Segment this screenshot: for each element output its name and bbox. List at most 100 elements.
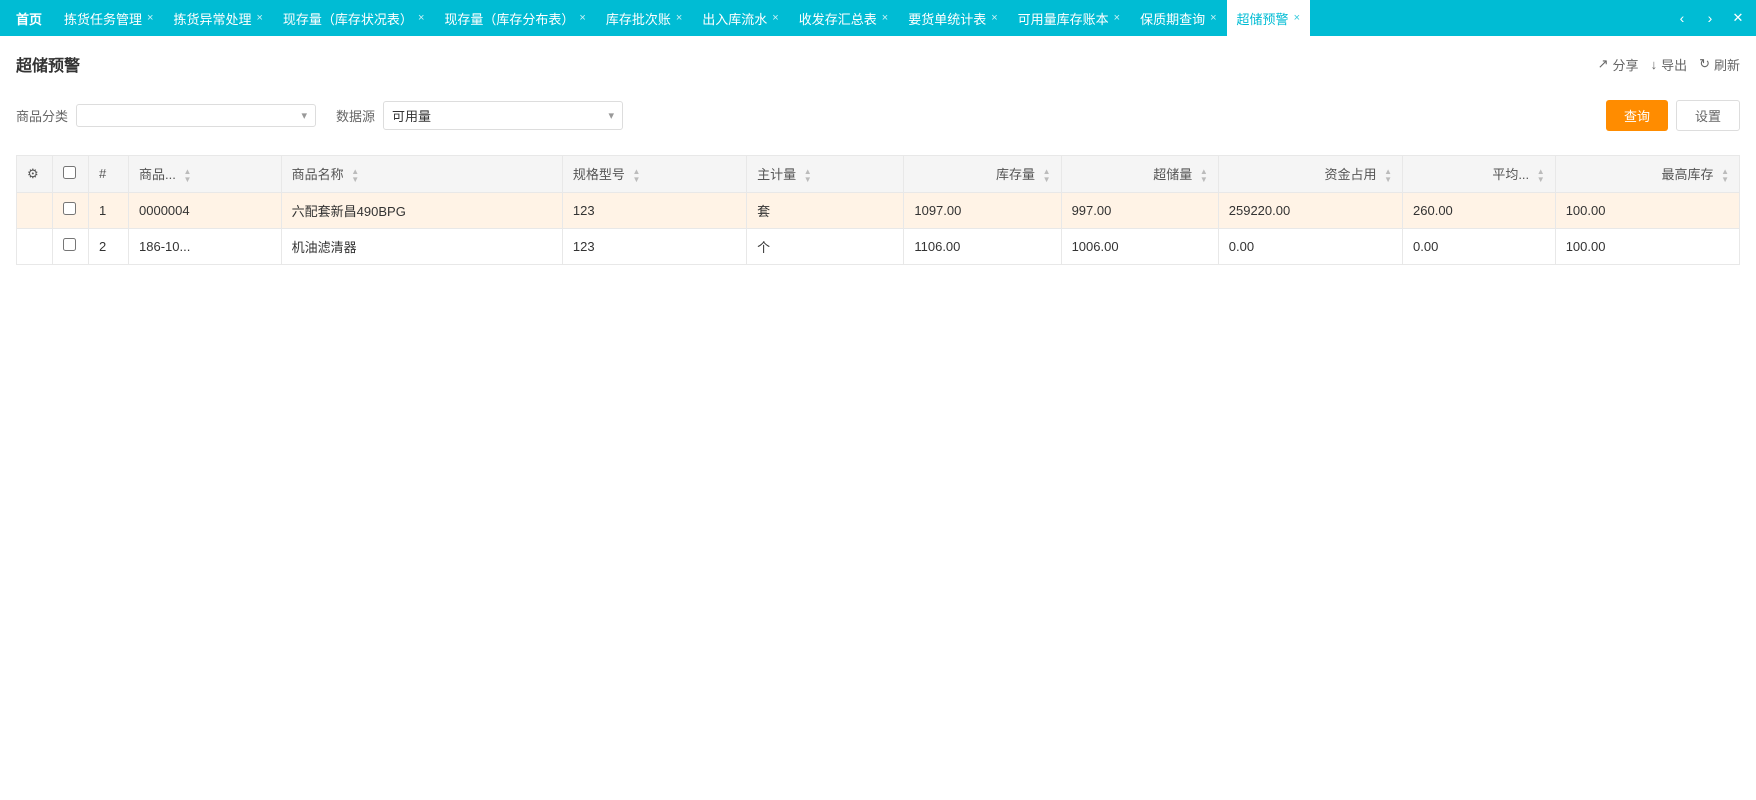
row-product-code-0: 0000004: [129, 192, 282, 228]
nav-tab-3[interactable]: 现存量（库存分布表）×: [434, 0, 595, 36]
page-content: 超储预警 ↗ 分享 ↓ 导出 ↻ 刷新 商品分类 ▾ 数据源: [0, 36, 1756, 800]
sort-icon-product-name: ▲▼: [351, 168, 359, 184]
category-chevron-icon: ▾: [301, 109, 307, 122]
refresh-button[interactable]: ↻ 刷新: [1699, 55, 1740, 74]
row-checkbox-1[interactable]: [53, 228, 89, 264]
nav-tab-10[interactable]: 超储预警×: [1227, 0, 1310, 36]
row-capital-0: 259220.00: [1218, 192, 1402, 228]
row-max-stock-0: 100.00: [1555, 192, 1739, 228]
nav-tab-7[interactable]: 要货单统计表×: [898, 0, 1007, 36]
row-stock-1: 1106.00: [904, 228, 1061, 264]
row-overstock-1: 1006.00: [1061, 228, 1218, 264]
row-avg-0: 260.00: [1403, 192, 1556, 228]
category-filter: 商品分类 ▾: [16, 104, 316, 127]
row-unit-1: 个: [747, 228, 904, 264]
row-checkbox-0[interactable]: [53, 192, 89, 228]
nav-tab-6[interactable]: 收发存汇总表×: [789, 0, 898, 36]
sort-icon-overstock: ▲▼: [1200, 168, 1208, 184]
sort-icon-avg: ▲▼: [1537, 168, 1545, 184]
export-button[interactable]: ↓ 导出: [1651, 55, 1688, 74]
nav-tab-close-2[interactable]: ×: [418, 12, 424, 24]
nav-tab-2[interactable]: 现存量（库存状况表）×: [273, 0, 434, 36]
th-stock[interactable]: 库存量 ▲▼: [904, 156, 1061, 193]
nav-tab-close-5[interactable]: ×: [772, 12, 778, 24]
sort-icon-spec: ▲▼: [633, 168, 641, 184]
share-icon: ↗: [1598, 56, 1609, 72]
refresh-icon: ↻: [1699, 56, 1710, 72]
datasource-label: 数据源: [336, 106, 375, 125]
select-all-checkbox[interactable]: [63, 166, 76, 179]
row-product-name-1: 机油滤清器: [281, 228, 562, 264]
row-num-1: 2: [89, 228, 129, 264]
row-product-code-1: 186-10...: [129, 228, 282, 264]
row-overstock-0: 997.00: [1061, 192, 1218, 228]
sort-icon-stock: ▲▼: [1043, 168, 1051, 184]
category-select[interactable]: ▾: [76, 104, 316, 127]
row-product-name-0: 六配套新昌490BPG: [281, 192, 562, 228]
nav-arrows: ‹ › ✕: [1668, 0, 1752, 36]
settings-icon: ⚙: [27, 166, 39, 181]
sort-icon-unit: ▲▼: [804, 168, 812, 184]
nav-next-arrow[interactable]: ›: [1696, 0, 1724, 36]
nav-tab-9[interactable]: 保质期查询×: [1130, 0, 1226, 36]
table-row: 1 0000004 六配套新昌490BPG 123 套 1097.00 997.…: [17, 192, 1740, 228]
row-num-0: 1: [89, 192, 129, 228]
th-unit[interactable]: 主计量 ▲▼: [747, 156, 904, 193]
row-stock-0: 1097.00: [904, 192, 1061, 228]
row-settings-1: [17, 228, 53, 264]
row-spec-1: 123: [562, 228, 746, 264]
nav-tab-close-0[interactable]: ×: [147, 12, 153, 24]
settings-button[interactable]: 设置: [1676, 100, 1740, 131]
row-spec-0: 123: [562, 192, 746, 228]
th-product-code[interactable]: 商品... ▲▼: [129, 156, 282, 193]
nav-tab-close-7[interactable]: ×: [991, 12, 997, 24]
nav-close-arrow[interactable]: ✕: [1724, 0, 1752, 36]
nav-prev-arrow[interactable]: ‹: [1668, 0, 1696, 36]
th-capital[interactable]: 资金占用 ▲▼: [1218, 156, 1402, 193]
filter-actions: 查询 设置: [1606, 100, 1740, 131]
share-button[interactable]: ↗ 分享: [1598, 55, 1639, 74]
nav-tab-close-1[interactable]: ×: [256, 12, 262, 24]
nav-tab-close-9[interactable]: ×: [1210, 12, 1216, 24]
filter-bar: 商品分类 ▾ 数据源 可用量 ▾ 查询 设置: [16, 92, 1740, 139]
sort-icon-capital: ▲▼: [1384, 168, 1392, 184]
row-unit-0: 套: [747, 192, 904, 228]
table-row: 2 186-10... 机油滤清器 123 个 1106.00 1006.00 …: [17, 228, 1740, 264]
th-product-name[interactable]: 商品名称 ▲▼: [281, 156, 562, 193]
sort-icon-product-code: ▲▼: [183, 168, 191, 184]
nav-tab-close-3[interactable]: ×: [579, 12, 585, 24]
category-label: 商品分类: [16, 106, 68, 125]
nav-tab-5[interactable]: 出入库流水×: [692, 0, 788, 36]
sort-icon-max-stock: ▲▼: [1721, 168, 1729, 184]
export-icon: ↓: [1651, 57, 1658, 72]
th-overstock[interactable]: 超储量 ▲▼: [1061, 156, 1218, 193]
th-avg[interactable]: 平均... ▲▼: [1403, 156, 1556, 193]
nav-tab-4[interactable]: 库存批次账×: [596, 0, 692, 36]
nav-tab-close-4[interactable]: ×: [676, 12, 682, 24]
th-spec[interactable]: 规格型号 ▲▼: [562, 156, 746, 193]
nav-tab-1[interactable]: 拣货异常处理×: [163, 0, 272, 36]
row-capital-1: 0.00: [1218, 228, 1402, 264]
nav-home[interactable]: 首页: [4, 0, 54, 36]
row-settings-0: [17, 192, 53, 228]
datasource-select[interactable]: 可用量 ▾: [383, 101, 623, 130]
nav-tab-close-6[interactable]: ×: [882, 12, 888, 24]
nav-tab-close-8[interactable]: ×: [1114, 12, 1120, 24]
th-checkbox[interactable]: [53, 156, 89, 193]
page-header: 超储预警 ↗ 分享 ↓ 导出 ↻ 刷新: [16, 52, 1740, 76]
datasource-filter: 数据源 可用量 ▾: [336, 101, 623, 130]
datasource-chevron-icon: ▾: [609, 109, 615, 122]
page-title: 超储预警: [16, 52, 80, 76]
th-max-stock[interactable]: 最高库存 ▲▼: [1555, 156, 1739, 193]
nav-tab-0[interactable]: 拣货任务管理×: [54, 0, 163, 36]
row-avg-1: 0.00: [1403, 228, 1556, 264]
th-settings[interactable]: ⚙: [17, 156, 53, 193]
row-max-stock-1: 100.00: [1555, 228, 1739, 264]
data-table: ⚙ # 商品... ▲▼ 商品名称 ▲▼: [16, 155, 1740, 265]
nav-tab-8[interactable]: 可用量库存账本×: [1008, 0, 1130, 36]
row-checkbox-input-0[interactable]: [63, 202, 76, 215]
query-button[interactable]: 查询: [1606, 100, 1668, 131]
header-actions: ↗ 分享 ↓ 导出 ↻ 刷新: [1598, 55, 1740, 74]
row-checkbox-input-1[interactable]: [63, 238, 76, 251]
nav-tab-close-10[interactable]: ×: [1294, 12, 1300, 24]
